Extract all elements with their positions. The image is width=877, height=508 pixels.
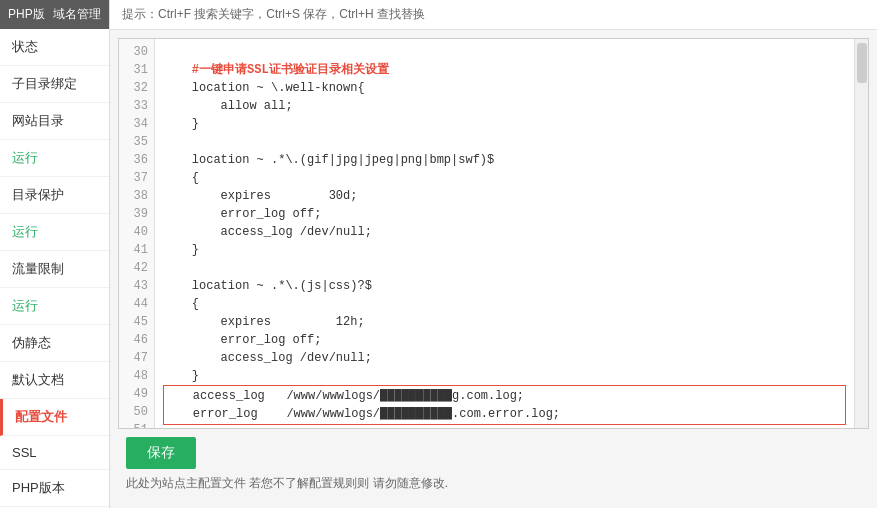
hint-bar: 提示：Ctrl+F 搜索关键字，Ctrl+S 保存，Ctrl+H 查找替换 [110,0,877,30]
code-line: access_log /www/wwwlogs/██████████g.com.… [164,387,845,405]
code-line: expires 12h; [163,313,846,331]
line-number: 31 [119,61,154,79]
line-number: 34 [119,115,154,133]
sidebar-item-status[interactable]: 状态 [0,29,109,66]
code-line: } [163,241,846,259]
code-line: { [163,169,846,187]
line-number: 42 [119,259,154,277]
sidebar-item-traffic[interactable]: 流量限制 [0,251,109,288]
code-line: #一键申请SSL证书验证目录相关设置 [163,61,846,79]
code-line [163,133,846,151]
sidebar-item-run1[interactable]: 运行 [0,140,109,177]
code-line: } [163,115,846,133]
hint-text: 提示：Ctrl+F 搜索关键字，Ctrl+S 保存，Ctrl+H 查找替换 [122,7,425,21]
sidebar-top-bar: PHP版 域名管理 [0,0,109,29]
scrollbar[interactable] [854,39,868,428]
sidebar-item-ssl[interactable]: SSL [0,436,109,470]
code-line: { [163,295,846,313]
code-content[interactable]: #一键申请SSL证书验证目录相关设置 location ~ \.well-kno… [155,39,854,428]
line-number: 41 [119,241,154,259]
line-number: 38 [119,187,154,205]
code-line: location ~ \.well-known{ [163,79,846,97]
line-number: 32 [119,79,154,97]
sidebar: PHP版 域名管理 状态 子目录绑定 网站目录 运行 目录保护 运行 流量限制 … [0,0,110,508]
sidebar-item-subdir[interactable]: 子目录绑定 [0,66,109,103]
line-number: 44 [119,295,154,313]
line-number: 48 [119,367,154,385]
code-line: } [163,425,846,428]
code-line: error_log off; [163,331,846,349]
sidebar-item-config[interactable]: 配置文件 [0,399,109,436]
sidebar-item-dirprotect[interactable]: 目录保护 [0,177,109,214]
line-number: 49 [119,385,154,403]
line-number: 33 [119,97,154,115]
code-line [163,43,846,61]
code-line: expires 30d; [163,187,846,205]
code-line: access_log /dev/null; [163,223,846,241]
code-line: error_log /www/wwwlogs/██████████.com.er… [164,405,845,423]
scrollbar-thumb[interactable] [857,43,867,83]
sidebar-item-pseudostatic[interactable]: 伪静态 [0,325,109,362]
code-line: } [163,367,846,385]
sidebar-top-right: 域名管理 [53,6,101,23]
code-line [163,259,846,277]
line-number: 51 [119,421,154,428]
line-number: 39 [119,205,154,223]
sidebar-top-left: PHP版 [8,6,45,23]
line-number: 40 [119,223,154,241]
sidebar-item-defaultdoc[interactable]: 默认文档 [0,362,109,399]
line-number: 50 [119,403,154,421]
line-number: 30 [119,43,154,61]
code-editor[interactable]: 3031323334353637383940414243444546474849… [118,38,869,429]
sidebar-item-run2[interactable]: 运行 [0,214,109,251]
line-number: 37 [119,169,154,187]
bottom-bar: 保存 此处为站点主配置文件 若您不了解配置规则则 请勿随意修改. [118,429,869,500]
line-number: 35 [119,133,154,151]
code-line: location ~ .*\.(js|css)?$ [163,277,846,295]
code-line: error_log off; [163,205,846,223]
highlighted-block: access_log /www/wwwlogs/██████████g.com.… [163,385,846,425]
line-number: 36 [119,151,154,169]
line-numbers: 3031323334353637383940414243444546474849… [119,39,155,428]
footer-note: 此处为站点主配置文件 若您不了解配置规则则 请勿随意修改. [126,475,861,492]
line-number: 43 [119,277,154,295]
sidebar-item-run3[interactable]: 运行 [0,288,109,325]
line-number: 47 [119,349,154,367]
editor-area: 3031323334353637383940414243444546474849… [110,30,877,508]
code-line: location ~ .*\.(gif|jpg|jpeg|png|bmp|swf… [163,151,846,169]
line-number: 46 [119,331,154,349]
save-button[interactable]: 保存 [126,437,196,469]
code-line: access_log /dev/null; [163,349,846,367]
sidebar-item-phpver[interactable]: PHP版本 [0,470,109,507]
code-line: allow all; [163,97,846,115]
sidebar-item-sitedir[interactable]: 网站目录 [0,103,109,140]
main-content: 提示：Ctrl+F 搜索关键字，Ctrl+S 保存，Ctrl+H 查找替换 30… [110,0,877,508]
line-number: 45 [119,313,154,331]
